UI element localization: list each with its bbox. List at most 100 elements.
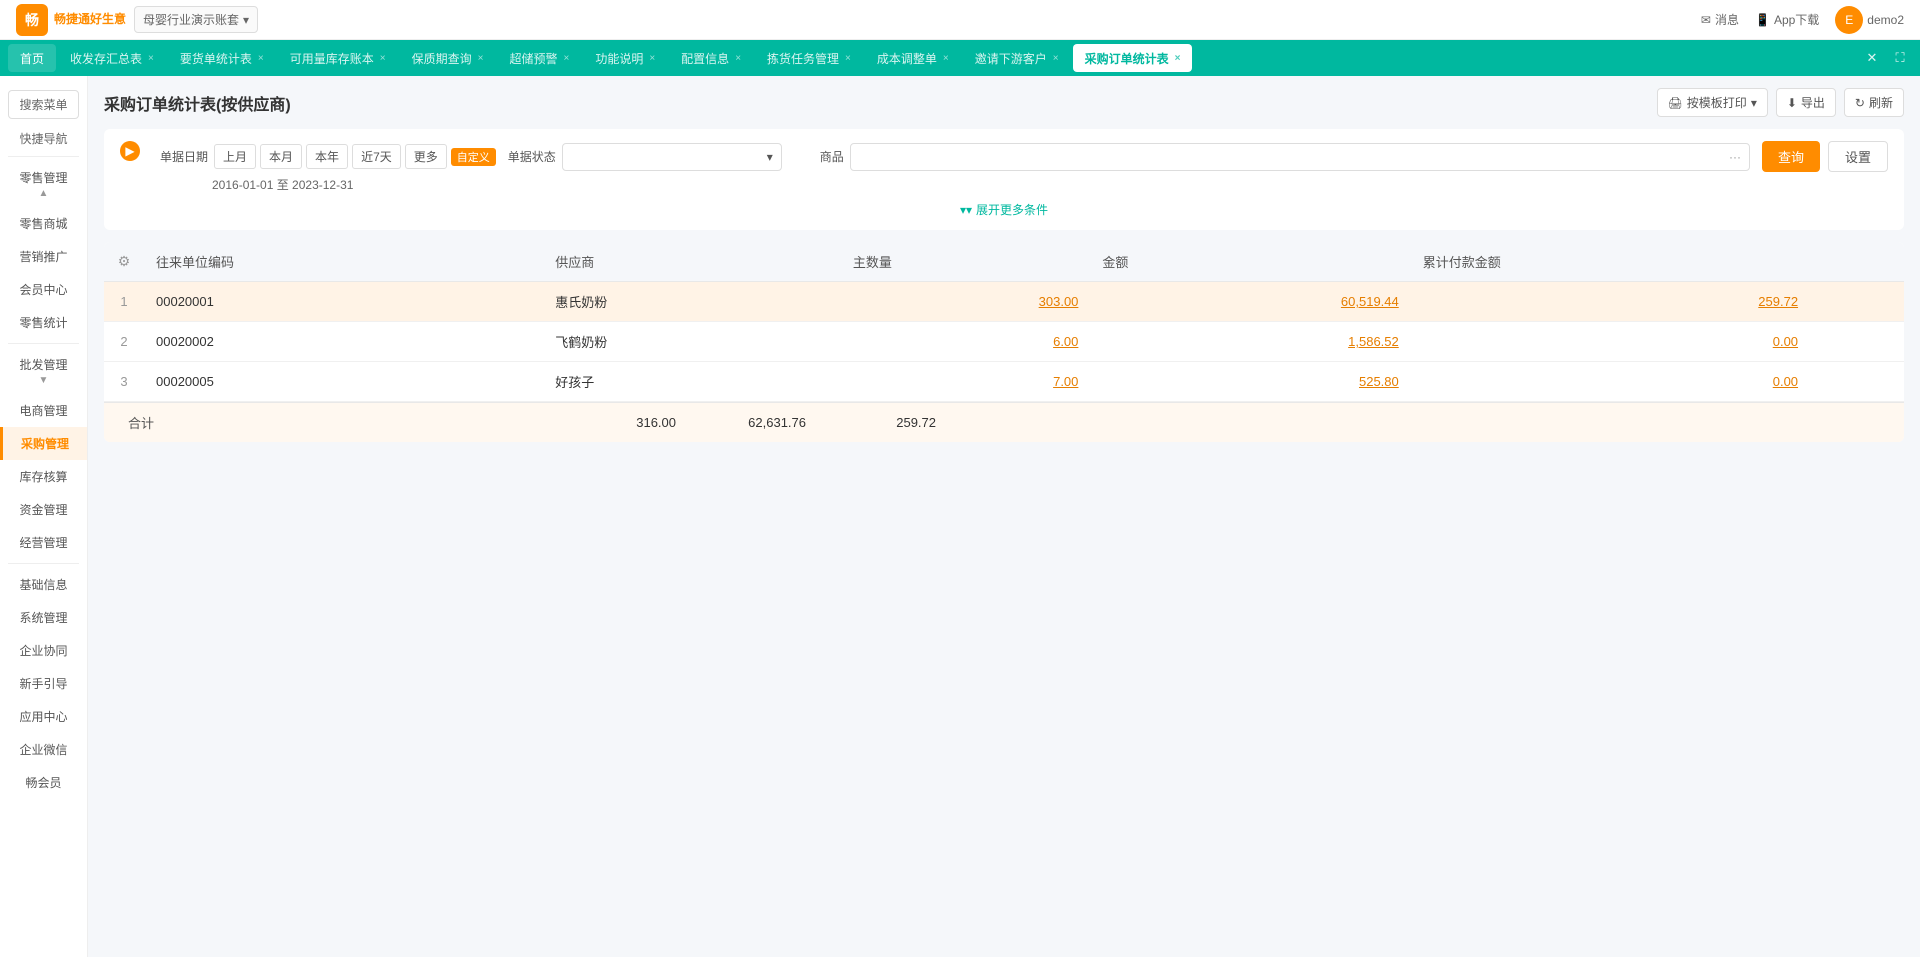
sidebar-item-retail-shop[interactable]: 零售商城 [0,207,87,240]
amount-col-header: 金额 [1090,242,1410,282]
close-icon[interactable]: × [1053,53,1059,64]
export-button[interactable]: ⬇ 导出 [1776,88,1836,117]
custom-date-badge[interactable]: 自定义 [451,148,496,166]
sidebar-item-operation[interactable]: 经营管理 [0,526,87,559]
close-icon[interactable]: × [943,53,949,64]
amount[interactable]: 525.80 [1090,362,1410,402]
sidebar-item-label: 新手引导 [19,675,67,692]
status-select[interactable]: ▾ [562,143,782,171]
supplier-name: 飞鹤奶粉 [543,322,841,362]
sidebar-item-basic-info[interactable]: 基础信息 [0,568,87,601]
sidebar-item-finance[interactable]: 资金管理 [0,493,87,526]
last-month-button[interactable]: 上月 [214,144,256,169]
settings-icon[interactable]: ⚙ [118,253,131,269]
tab-purchase-summary[interactable]: 采购订单统计表 × [1073,44,1193,72]
print-label: 按模板打印 [1687,94,1747,111]
print-button[interactable]: 🖨 按模板打印 ▾ [1657,88,1768,117]
sidebar-item-member-club[interactable]: 畅会员 [0,766,87,799]
tab-overstock[interactable]: 超储预警 × [497,44,581,72]
sidebar-item-marketing[interactable]: 营销推广 [0,240,87,273]
close-icon[interactable]: × [735,53,741,64]
refresh-button[interactable]: ↻ 刷新 [1844,88,1904,117]
close-icon[interactable]: × [845,53,851,64]
sidebar-item-system[interactable]: 系统管理 [0,601,87,634]
paid-amount[interactable]: 0.00 [1411,322,1810,362]
logo-text: 畅捷通好生意 [54,12,126,26]
tab-function-desc[interactable]: 功能说明 × [583,44,667,72]
tab-label: 保质期查询 [412,50,472,67]
user-profile[interactable]: E demo2 [1835,6,1904,34]
tab-invite-customer[interactable]: 邀请下游客户 × [963,44,1071,72]
tab-home[interactable]: 首页 [8,44,56,72]
table-body: 1 00020001 惠氏奶粉 303.00 60,519.44 259.72 … [104,282,1904,402]
filter-toggle-button[interactable]: ▶ [120,141,140,161]
sidebar-item-enterprise-collab[interactable]: 企业协同 [0,634,87,667]
supplier-code: 00020002 [144,322,543,362]
close-icon[interactable]: × [563,53,569,64]
tab-config-info[interactable]: 配置信息 × [669,44,753,72]
more-dots[interactable]: ··· [1729,150,1741,164]
message-icon: ✉ [1701,13,1711,27]
expand-button[interactable]: ⛶ [1888,46,1912,70]
sidebar-item-enterprise-wechat[interactable]: 企业微信 [0,733,87,766]
sidebar-item-label: 畅会员 [25,774,61,791]
more-date-button[interactable]: 更多 [405,144,447,169]
table-row: 2 00020002 飞鹤奶粉 6.00 1,586.52 0.00 [104,322,1904,362]
tab-shelf-life[interactable]: 保质期查询 × [400,44,496,72]
message-button[interactable]: ✉ 消息 [1701,11,1739,28]
chevron-up-icon: ▲ [39,188,49,199]
table-row: 1 00020001 惠氏奶粉 303.00 60,519.44 259.72 [104,282,1904,322]
expand-more-button[interactable]: ▾▾ 展开更多条件 [960,201,1048,218]
main-qty[interactable]: 7.00 [841,362,1091,402]
this-year-button[interactable]: 本年 [306,144,348,169]
close-icon[interactable]: × [148,53,154,64]
paid-amount[interactable]: 0.00 [1411,362,1810,402]
search-menu-button[interactable]: 搜索菜单 [8,90,79,119]
refresh-label: 刷新 [1869,94,1893,111]
sidebar-item-new-guide[interactable]: 新手引导 [0,667,87,700]
paid-amount-col-header: 累计付款金额 [1411,242,1810,282]
workspace-selector[interactable]: 母婴行业演示账套 ▾ [134,6,258,33]
date-filter-label: 单据日期 [160,148,208,165]
paid-amount[interactable]: 259.72 [1411,282,1810,322]
close-icon[interactable]: × [478,53,484,64]
last-7-days-button[interactable]: 近7天 [352,144,401,169]
query-button[interactable]: 查询 [1762,141,1820,172]
date-buttons: 上月 本月 本年 近7天 更多 自定义 [214,144,496,169]
main-qty-col-header: 主数量 [841,242,1091,282]
sidebar-item-member[interactable]: 会员中心 [0,273,87,306]
close-icon[interactable]: × [649,53,655,64]
amount[interactable]: 60,519.44 [1090,282,1410,322]
quick-nav-button[interactable]: 快捷导航 [0,125,87,152]
sidebar-item-ecommerce[interactable]: 电商管理 [0,394,87,427]
sidebar-item-label: 零售管理 [19,169,67,186]
sidebar-item-label: 电商管理 [19,402,67,419]
close-icon[interactable]: × [1175,53,1181,64]
data-table: ⚙ 往来单位编码 供应商 主数量 金额 累计付款金额 1 00020001 [104,242,1904,402]
amount[interactable]: 1,586.52 [1090,322,1410,362]
supplier-code: 00020001 [144,282,543,322]
sidebar-item-retail-stats[interactable]: 零售统计 [0,306,87,339]
filter-settings-button[interactable]: 设置 [1828,141,1888,172]
sidebar-item-wholesale[interactable]: 批发管理 ▼ [0,348,87,394]
sidebar-item-retail-mgmt[interactable]: 零售管理 ▲ [0,161,87,207]
app-download-button[interactable]: 📱 App下载 [1755,11,1819,28]
sidebar-item-inventory[interactable]: 库存核算 [0,460,87,493]
main-qty[interactable]: 6.00 [841,322,1091,362]
close-icon[interactable]: × [258,53,264,64]
sidebar-item-app-center[interactable]: 应用中心 [0,700,87,733]
tab-available-stock[interactable]: 可用量库存账本 × [278,44,398,72]
close-icon[interactable]: × [380,53,386,64]
this-month-button[interactable]: 本月 [260,144,302,169]
sidebar-item-purchase[interactable]: 采购管理 [0,427,87,460]
main-qty[interactable]: 303.00 [841,282,1091,322]
close-tabs-button[interactable]: ✕ [1860,46,1884,70]
tab-label: 配置信息 [681,50,729,67]
tab-order-summary[interactable]: 要货单统计表 × [168,44,276,72]
logo-area: 畅 畅捷通好生意 [16,4,126,36]
sidebar-item-label: 经营管理 [19,534,67,551]
tab-pick-task[interactable]: 拣货任务管理 × [755,44,863,72]
goods-input[interactable]: ··· [850,143,1750,171]
tab-receive-summary[interactable]: 收发存汇总表 × [58,44,166,72]
tab-cost-adjust[interactable]: 成本调整单 × [865,44,961,72]
